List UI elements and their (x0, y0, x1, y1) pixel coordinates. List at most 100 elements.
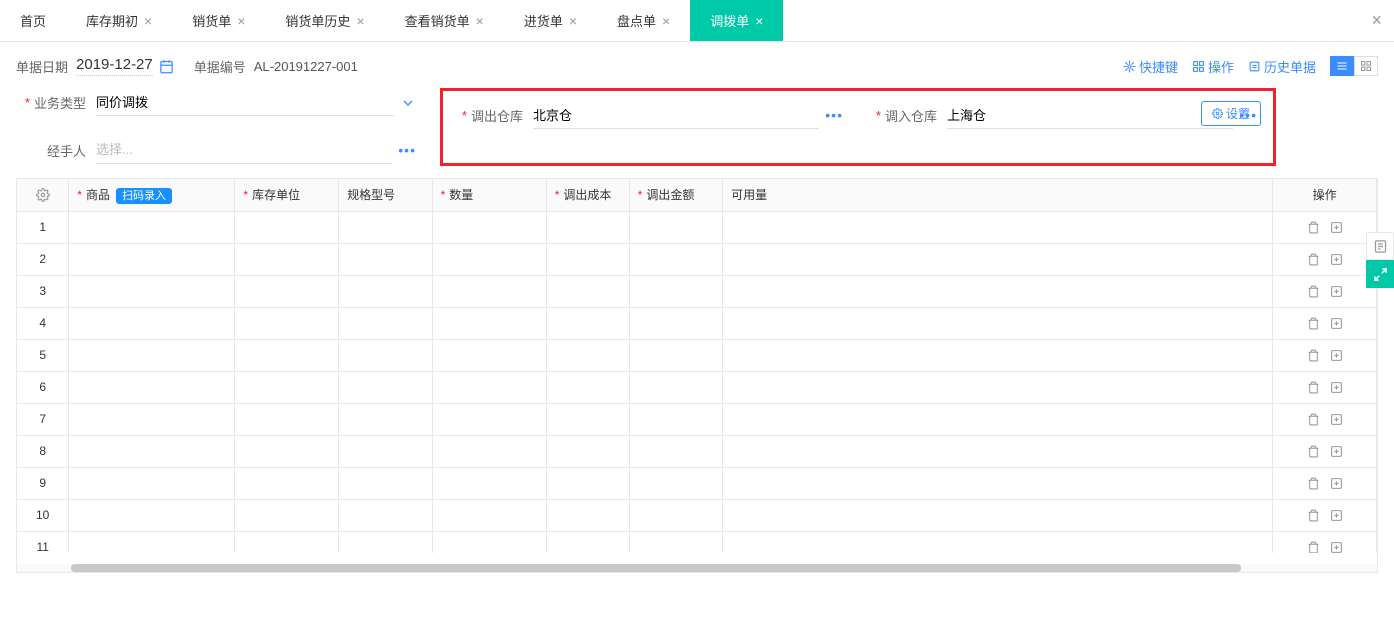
cell-qty[interactable] (432, 531, 546, 553)
table-row[interactable]: 6 (17, 371, 1377, 403)
cell-unit[interactable] (235, 531, 339, 553)
cell-cost[interactable] (546, 531, 629, 553)
cell-avail[interactable] (723, 435, 1273, 467)
cell-amount[interactable] (629, 339, 722, 371)
cell-product[interactable] (69, 531, 235, 553)
cell-amount[interactable] (629, 307, 722, 339)
cell-avail[interactable] (723, 243, 1273, 275)
expand-button[interactable] (1366, 260, 1394, 288)
cell-spec[interactable] (339, 435, 432, 467)
cell-cost[interactable] (546, 371, 629, 403)
table-row[interactable]: 7 (17, 403, 1377, 435)
cell-qty[interactable] (432, 243, 546, 275)
cell-qty[interactable] (432, 499, 546, 531)
tab-inventory-opening[interactable]: 库存期初× (66, 0, 172, 41)
cell-amount[interactable] (629, 243, 722, 275)
delete-row-icon[interactable] (1307, 412, 1320, 426)
cell-unit[interactable] (235, 435, 339, 467)
delete-row-icon[interactable] (1307, 316, 1320, 330)
tab-sales-order[interactable]: 销货单× (172, 0, 265, 41)
cell-unit[interactable] (235, 275, 339, 307)
cell-spec[interactable] (339, 339, 432, 371)
settings-button[interactable]: 设置 (1201, 101, 1261, 126)
col-gear[interactable] (17, 179, 69, 211)
cell-spec[interactable] (339, 403, 432, 435)
cell-spec[interactable] (339, 531, 432, 553)
cell-amount[interactable] (629, 403, 722, 435)
cell-avail[interactable] (723, 531, 1273, 553)
add-row-icon[interactable] (1330, 316, 1343, 330)
cell-amount[interactable] (629, 499, 722, 531)
close-icon[interactable]: × (144, 13, 152, 29)
table-row[interactable]: 8 (17, 435, 1377, 467)
cell-cost[interactable] (546, 211, 629, 243)
cell-unit[interactable] (235, 499, 339, 531)
calendar-icon[interactable] (159, 58, 174, 74)
cell-product[interactable] (69, 243, 235, 275)
cell-avail[interactable] (723, 371, 1273, 403)
cell-cost[interactable] (546, 243, 629, 275)
cell-spec[interactable] (339, 211, 432, 243)
cell-avail[interactable] (723, 275, 1273, 307)
add-row-icon[interactable] (1330, 220, 1343, 234)
shortcut-link[interactable]: 快捷键 (1123, 57, 1178, 76)
cell-qty[interactable] (432, 403, 546, 435)
cell-cost[interactable] (546, 403, 629, 435)
delete-row-icon[interactable] (1307, 540, 1320, 553)
close-icon[interactable]: × (569, 13, 577, 29)
add-row-icon[interactable] (1330, 508, 1343, 522)
cell-unit[interactable] (235, 307, 339, 339)
cell-product[interactable] (69, 307, 235, 339)
add-row-icon[interactable] (1330, 444, 1343, 458)
chevron-down-icon[interactable] (400, 93, 416, 110)
cell-amount[interactable] (629, 467, 722, 499)
cell-avail[interactable] (723, 339, 1273, 371)
close-all-icon[interactable]: × (1371, 10, 1382, 31)
more-icon[interactable]: ••• (398, 142, 416, 158)
cell-unit[interactable] (235, 403, 339, 435)
date-value[interactable]: 2019-12-27 (76, 56, 153, 76)
cell-amount[interactable] (629, 435, 722, 467)
add-row-icon[interactable] (1330, 284, 1343, 298)
cell-spec[interactable] (339, 243, 432, 275)
cell-amount[interactable] (629, 371, 722, 403)
cell-qty[interactable] (432, 371, 546, 403)
cell-product[interactable] (69, 435, 235, 467)
handler-input[interactable] (96, 136, 392, 164)
close-icon[interactable]: × (476, 13, 484, 29)
cell-unit[interactable] (235, 467, 339, 499)
tab-transfer-order[interactable]: 调拨单× (690, 0, 783, 41)
table-row[interactable]: 9 (17, 467, 1377, 499)
delete-row-icon[interactable] (1307, 348, 1320, 362)
table-row[interactable]: 10 (17, 499, 1377, 531)
delete-row-icon[interactable] (1307, 220, 1320, 234)
cell-cost[interactable] (546, 435, 629, 467)
cell-amount[interactable] (629, 531, 722, 553)
cell-unit[interactable] (235, 243, 339, 275)
scan-badge[interactable]: 扫码录入 (116, 188, 172, 204)
table-row[interactable]: 5 (17, 339, 1377, 371)
ops-link[interactable]: 操作 (1192, 57, 1234, 76)
cell-amount[interactable] (629, 211, 722, 243)
cell-product[interactable] (69, 403, 235, 435)
cell-qty[interactable] (432, 467, 546, 499)
cell-product[interactable] (69, 467, 235, 499)
cell-product[interactable] (69, 371, 235, 403)
cell-avail[interactable] (723, 211, 1273, 243)
more-icon[interactable]: ••• (825, 107, 843, 123)
cell-product[interactable] (69, 275, 235, 307)
cell-avail[interactable] (723, 467, 1273, 499)
close-icon[interactable]: × (755, 13, 763, 29)
close-icon[interactable]: × (662, 13, 670, 29)
cell-qty[interactable] (432, 339, 546, 371)
table-row[interactable]: 3 (17, 275, 1377, 307)
delete-row-icon[interactable] (1307, 508, 1320, 522)
table-row[interactable]: 1 (17, 211, 1377, 243)
tab-stocktake[interactable]: 盘点单× (597, 0, 690, 41)
table-row[interactable]: 11 (17, 531, 1377, 553)
close-icon[interactable]: × (237, 13, 245, 29)
out-warehouse-input[interactable] (533, 101, 819, 129)
add-row-icon[interactable] (1330, 476, 1343, 490)
horizontal-scrollbar[interactable] (17, 564, 1377, 572)
in-warehouse-input[interactable] (947, 101, 1233, 129)
